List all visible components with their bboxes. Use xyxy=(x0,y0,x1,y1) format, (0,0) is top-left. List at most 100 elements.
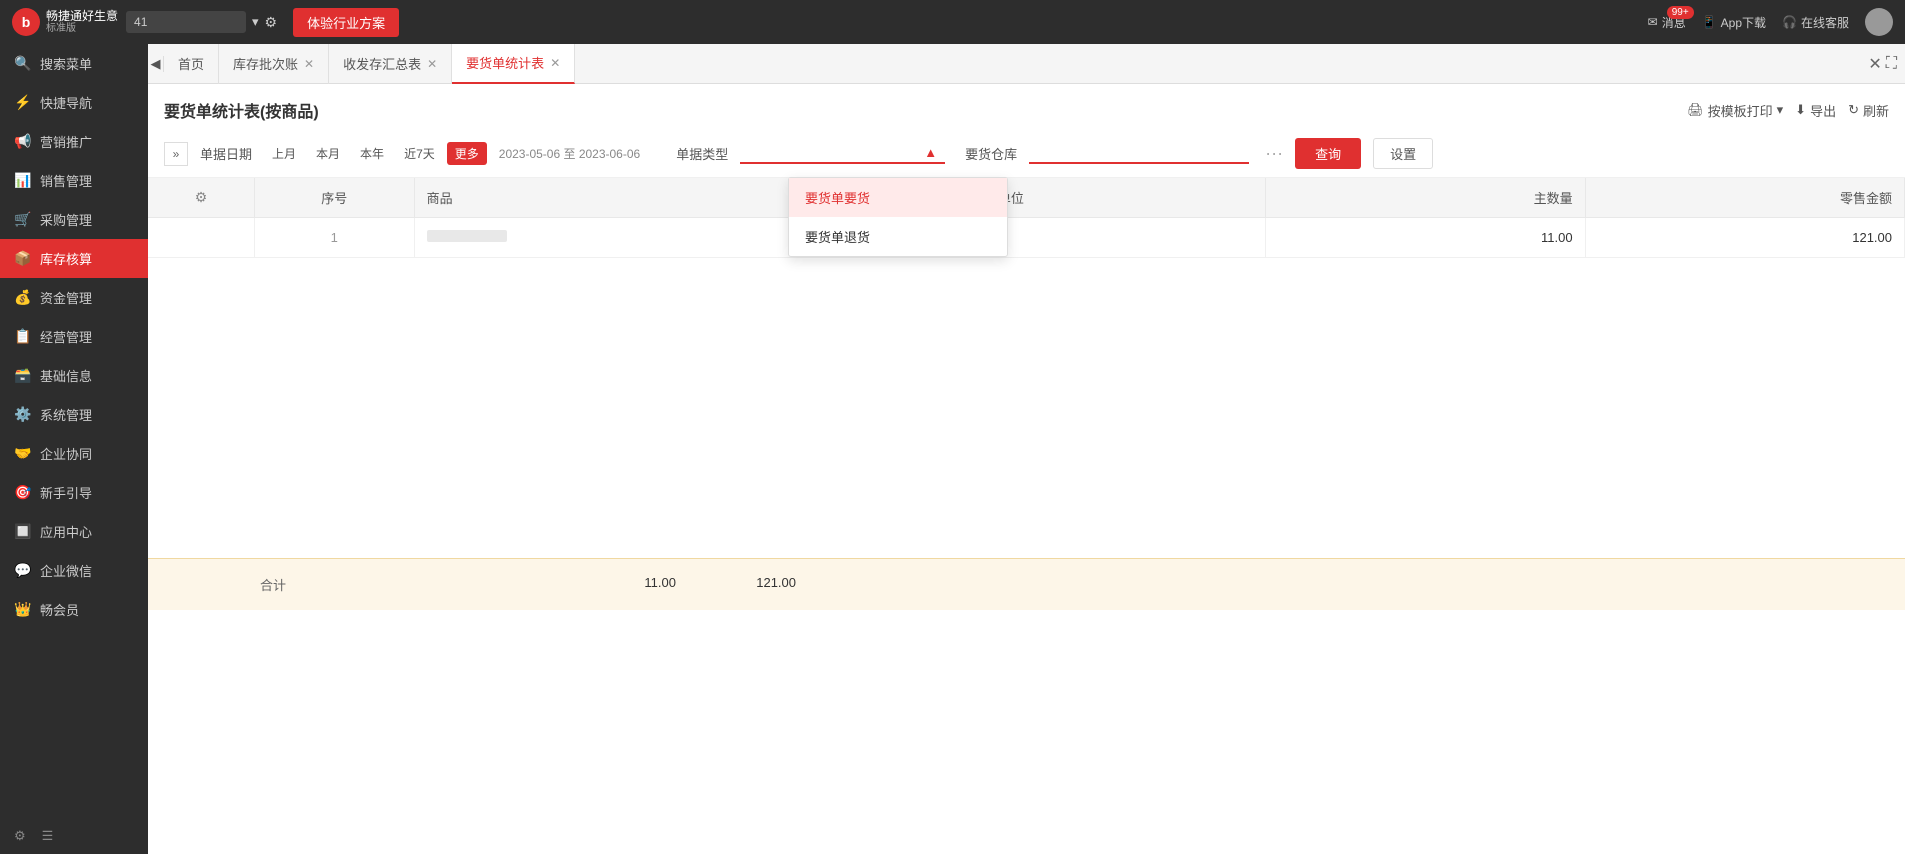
sidebar-label-member: 畅会员 xyxy=(40,600,79,619)
date-range-display: 2023-05-06 至 2023-06-06 xyxy=(499,145,640,162)
sidebar-item-purchase[interactable]: 🛒 采购管理 xyxy=(0,200,148,239)
nav-input[interactable] xyxy=(126,11,246,33)
date-btn-this-month[interactable]: 本月 xyxy=(308,142,348,165)
page-actions: 🖨 按模板打印 ▾ ⬇ 导出 ↻ 刷新 xyxy=(1687,101,1889,120)
online-service-btn[interactable]: 🎧 在线客服 xyxy=(1782,14,1849,31)
query-btn[interactable]: 查询 xyxy=(1295,138,1361,169)
sidebar-item-app-center[interactable]: 🔲 应用中心 xyxy=(0,512,148,551)
app-center-icon: 🔲 xyxy=(14,523,32,541)
topbar-nav: ▾ ⚙ xyxy=(126,11,277,33)
table-row: 1 块 11.00 121.00 xyxy=(148,218,1905,258)
warehouse-input-container[interactable] xyxy=(1029,143,1249,164)
date-btn-custom[interactable]: 更多 xyxy=(447,142,487,165)
print-btn[interactable]: 🖨 按模板打印 ▾ xyxy=(1687,101,1783,120)
sidebar-item-basic[interactable]: 🗃️ 基础信息 xyxy=(0,356,148,395)
sidebar-scroll: 🔍 搜索菜单 ⚡ 快捷导航 📢 营销推广 📊 销售管理 🛒 采购管理 xyxy=(0,44,148,818)
warehouse-input[interactable] xyxy=(1037,145,1241,160)
sidebar-item-wechat[interactable]: 💬 企业微信 xyxy=(0,551,148,590)
enterprise-icon: 🤝 xyxy=(14,445,32,463)
quick-nav-icon: ⚡ xyxy=(14,94,32,112)
tab-order-stats-close[interactable]: ✕ xyxy=(550,56,560,70)
dropdown-item-order-goods[interactable]: 要货单要货 xyxy=(789,178,1007,217)
operations-icon: 📋 xyxy=(14,328,32,346)
type-dropdown: 要货单要货 要货单退货 xyxy=(788,177,1008,257)
dropdown-item-order-return[interactable]: 要货单退货 xyxy=(789,217,1007,256)
finance-icon: 💰 xyxy=(14,289,32,307)
more-filters-btn[interactable]: ··· xyxy=(1265,143,1283,164)
cell-amount: 121.00 xyxy=(1585,218,1904,258)
export-btn[interactable]: ⬇ 导出 xyxy=(1795,101,1836,120)
sidebar-item-guide[interactable]: 🎯 新手引导 xyxy=(0,473,148,512)
sidebar-item-enterprise[interactable]: 🤝 企业协同 xyxy=(0,434,148,473)
empty-space xyxy=(148,258,1905,558)
type-input[interactable] xyxy=(748,145,924,160)
refresh-btn[interactable]: ↻ 刷新 xyxy=(1848,101,1889,120)
col-header-num: 序号 xyxy=(254,178,414,218)
guide-icon: 🎯 xyxy=(14,484,32,502)
sales-icon: 📊 xyxy=(14,172,32,190)
sidebar-item-search[interactable]: 🔍 搜索菜单 xyxy=(0,44,148,83)
type-label: 单据类型 xyxy=(676,144,728,163)
tab-order-stats-label: 要货单统计表 xyxy=(466,53,544,72)
date-btn-last-month[interactable]: 上月 xyxy=(264,142,304,165)
member-icon: 👑 xyxy=(14,601,32,619)
sidebar-label-basic: 基础信息 xyxy=(40,366,92,385)
filter-settings-btn[interactable]: 设置 xyxy=(1373,138,1433,169)
trial-btn[interactable]: 体验行业方案 xyxy=(293,8,399,37)
purchase-icon: 🛒 xyxy=(14,211,32,229)
messages-btn[interactable]: ✉ 消息 99+ xyxy=(1648,14,1686,31)
sidebar-label-app-center: 应用中心 xyxy=(40,522,92,541)
tab-home[interactable]: 首页 xyxy=(164,44,219,84)
sidebar-item-operations[interactable]: 📋 经营管理 xyxy=(0,317,148,356)
col-header-amount: 零售金额 xyxy=(1585,178,1904,218)
data-table: ⚙ 序号 商品 主计量单位 主数量 零售金额 xyxy=(148,178,1905,258)
tab-close-all-icon[interactable]: ✕ xyxy=(1868,54,1881,74)
page-header: 要货单统计表(按商品) 🖨 按模板打印 ▾ ⬇ 导出 ↻ xyxy=(148,84,1905,130)
tab-receipt-summary-close[interactable]: ✕ xyxy=(427,57,437,71)
date-options: 上月 本月 本年 近7天 更多 xyxy=(264,142,487,165)
logo-text: 畅捷通好生意 标准版 xyxy=(46,9,118,35)
sidebar-label-guide: 新手引导 xyxy=(40,483,92,502)
basic-icon: 🗃️ xyxy=(14,367,32,385)
export-label: 导出 xyxy=(1810,101,1836,120)
topbar-right: ✉ 消息 99+ 📱 App下载 🎧 在线客服 xyxy=(1648,8,1893,36)
tab-scroll-left[interactable]: ◀ xyxy=(148,56,164,72)
sidebar-item-sales[interactable]: 📊 销售管理 xyxy=(0,161,148,200)
sidebar-item-quick-nav[interactable]: ⚡ 快捷导航 xyxy=(0,83,148,122)
date-btn-last-7-days[interactable]: 近7天 xyxy=(396,142,443,165)
tab-receipt-summary[interactable]: 收发存汇总表 ✕ xyxy=(329,44,452,84)
tab-batch-account[interactable]: 库存批次账 ✕ xyxy=(219,44,329,84)
sidebar-item-system[interactable]: ⚙️ 系统管理 xyxy=(0,395,148,434)
sidebar-item-finance[interactable]: 💰 资金管理 xyxy=(0,278,148,317)
print-icon: 🖨 xyxy=(1687,102,1704,118)
chevron-up-icon[interactable]: ▲ xyxy=(924,145,937,160)
sidebar-label-quick-nav: 快捷导航 xyxy=(40,93,92,112)
phone-icon: 📱 xyxy=(1702,15,1717,29)
messages-badge: 99+ xyxy=(1667,6,1694,19)
settings-bottom-icon[interactable]: ⚙ xyxy=(14,828,26,844)
sidebar-item-inventory[interactable]: 📦 库存核算 xyxy=(0,239,148,278)
sidebar-bottom: ⚙ ☰ xyxy=(0,818,148,854)
tab-batch-account-label: 库存批次账 xyxy=(233,54,298,73)
table-gear-icon[interactable]: ⚙ xyxy=(195,189,208,206)
tab-batch-account-close[interactable]: ✕ xyxy=(304,57,314,71)
app-download-btn[interactable]: 📱 App下载 xyxy=(1702,14,1766,31)
print-label: 按模板打印 xyxy=(1708,101,1773,120)
logo-icon: b xyxy=(12,8,40,36)
nav-dropdown-arrow-icon[interactable]: ▾ xyxy=(252,14,259,30)
footer-label: 合计 xyxy=(248,569,448,600)
filter-expand-btn[interactable]: » xyxy=(164,142,188,166)
sidebar-item-member[interactable]: 👑 畅会员 xyxy=(0,590,148,629)
user-avatar[interactable] xyxy=(1865,8,1893,36)
type-input-container[interactable]: ▲ xyxy=(740,143,945,164)
sidebar-item-marketing[interactable]: 📢 营销推广 xyxy=(0,122,148,161)
sidebar-label-system: 系统管理 xyxy=(40,405,92,424)
table-footer: 合计 11.00 121.00 xyxy=(148,558,1905,610)
nav-gear-icon[interactable]: ⚙ xyxy=(265,14,278,31)
tab-order-stats[interactable]: 要货单统计表 ✕ xyxy=(452,44,575,84)
tab-expand-icon[interactable]: ⛶ xyxy=(1886,55,1897,73)
date-btn-this-year[interactable]: 本年 xyxy=(352,142,392,165)
menu-collapse-icon[interactable]: ☰ xyxy=(42,828,54,844)
sidebar-label-search: 搜索菜单 xyxy=(40,54,92,73)
sidebar-label-finance: 资金管理 xyxy=(40,288,92,307)
